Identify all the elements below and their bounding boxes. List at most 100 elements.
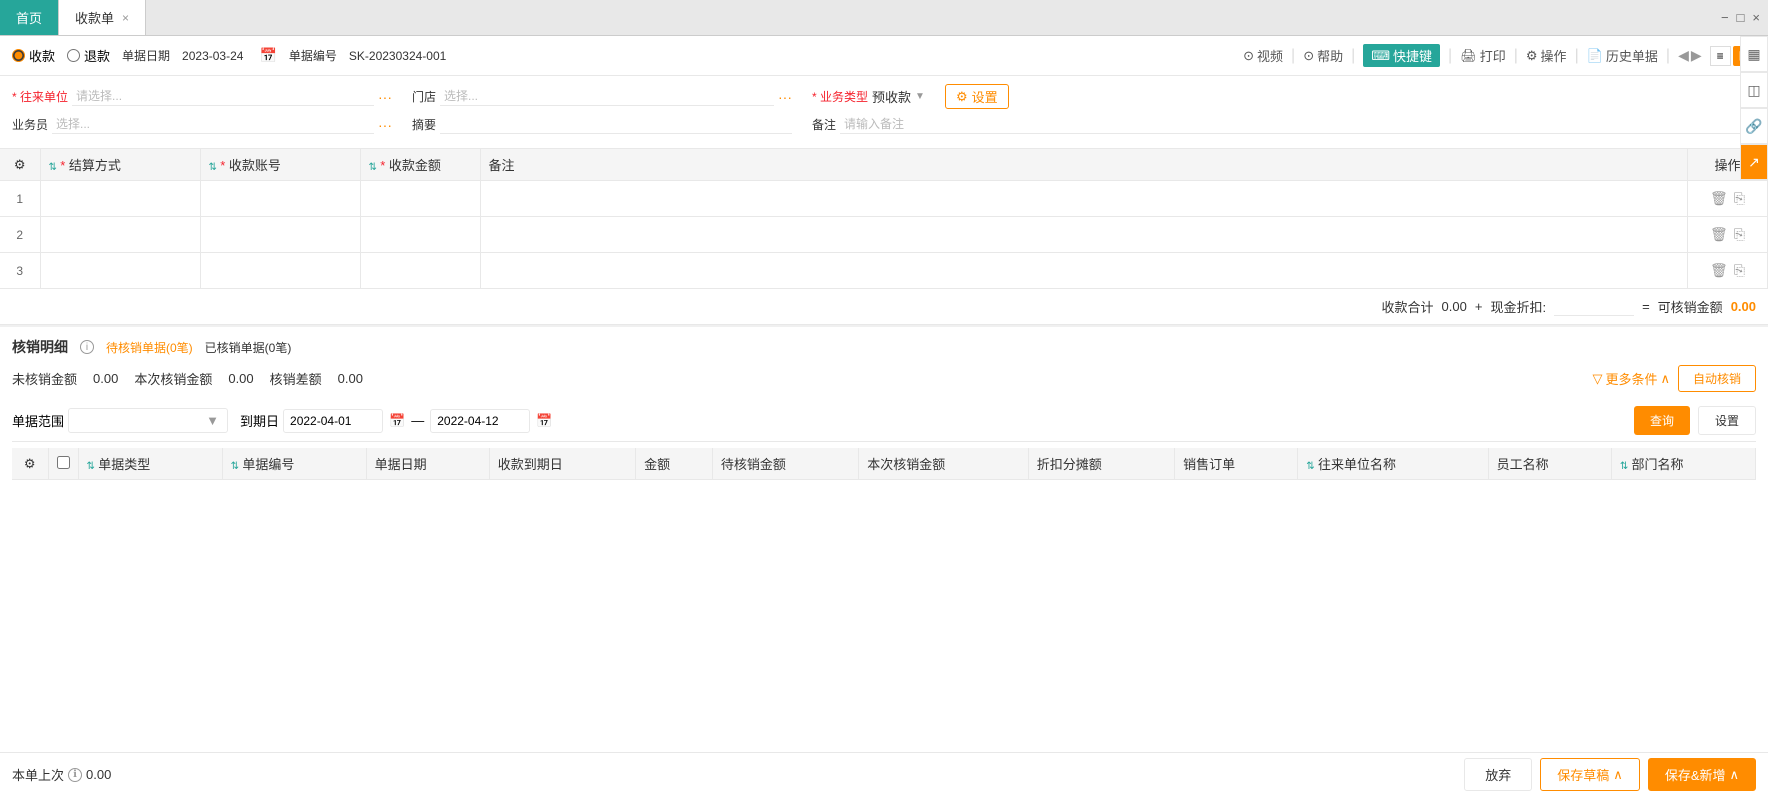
draft-label: 保存草稿 xyxy=(1557,765,1609,784)
sep5: | xyxy=(1575,47,1579,65)
current-verify-value: 0.00 xyxy=(228,371,253,386)
restore-btn[interactable]: □ xyxy=(1737,10,1745,25)
list-view-btn[interactable]: ≡ xyxy=(1710,46,1731,66)
date-from-input[interactable] xyxy=(283,409,383,433)
draft-btn[interactable]: 保存草稿 ∧ xyxy=(1540,758,1640,791)
settlement-cell-2[interactable] xyxy=(40,217,200,253)
delete-icon-2[interactable]: 🗑 xyxy=(1710,226,1728,243)
summary-input[interactable] xyxy=(440,115,792,134)
filter-icon: ▽ xyxy=(1592,371,1602,387)
abandon-btn[interactable]: 放弃 xyxy=(1464,758,1532,791)
staff-input[interactable] xyxy=(52,115,374,134)
copy-icon-3[interactable]: ⎘ xyxy=(1734,262,1745,279)
th-amount: 金额 xyxy=(636,448,713,480)
video-btn[interactable]: ⊙ 视频 xyxy=(1243,46,1283,65)
operation-btn[interactable]: ⚙ 操作 xyxy=(1526,46,1567,65)
query-btn[interactable]: 查询 xyxy=(1634,406,1690,435)
date-value: 2023-03-24 xyxy=(182,49,243,63)
amount-cell-3[interactable] xyxy=(360,253,480,289)
table-row: 2 🗑 ⎘ xyxy=(0,217,1768,253)
calendar-icon[interactable]: 📅 xyxy=(259,47,276,64)
account-sort-icon[interactable]: ⇅ xyxy=(209,162,217,173)
tab-current[interactable]: 收款单 × xyxy=(58,0,146,35)
note-cell-2[interactable] xyxy=(480,217,1688,253)
more-conditions-btn[interactable]: ▽ 更多条件 ∧ xyxy=(1592,369,1670,388)
discount-input[interactable] xyxy=(1554,297,1634,316)
account-cell-1[interactable] xyxy=(200,181,360,217)
settlement-cell-3[interactable] xyxy=(40,253,200,289)
unit-more-btn[interactable]: ··· xyxy=(378,89,392,105)
shortcut-btn[interactable]: ⌨ 快捷键 xyxy=(1363,44,1440,67)
done-tab[interactable]: 已核销单据(0笔) xyxy=(205,339,292,356)
sidebar-table-icon[interactable]: ▦ xyxy=(1740,36,1768,72)
close-btn[interactable]: × xyxy=(1752,10,1760,25)
sidebar-layout-icon[interactable]: ◫ xyxy=(1740,72,1768,108)
settlement-sort-icon[interactable]: ⇅ xyxy=(49,162,57,173)
dept-sort[interactable]: ⇅ xyxy=(1620,461,1628,472)
bottom-checkbox-th xyxy=(48,448,78,480)
action-cell-2: 🗑 ⎘ xyxy=(1688,217,1768,253)
calendar-to-icon[interactable]: 📅 xyxy=(536,413,552,429)
note-input[interactable] xyxy=(840,115,1756,134)
account-cell-2[interactable] xyxy=(200,217,360,253)
note-cell-1[interactable] xyxy=(480,181,1688,217)
amount-sort-icon[interactable]: ⇅ xyxy=(369,162,377,173)
date-range-dash: — xyxy=(411,413,424,428)
receipt-table: ⚙ ⇅ 结算方式 ⇅ 收款账号 ⇅ 收款金额 备注 xyxy=(0,149,1768,289)
current-verify-label: 本次核销金额 xyxy=(134,369,212,388)
settlement-cell-1[interactable] xyxy=(40,181,200,217)
delete-icon-1[interactable]: 🗑 xyxy=(1710,190,1728,207)
unit-input[interactable] xyxy=(72,87,374,106)
refund-radio-label[interactable]: 退款 xyxy=(67,46,110,65)
history-btn[interactable]: 📄 历史单据 xyxy=(1587,46,1658,65)
tab-home[interactable]: 首页 xyxy=(0,0,58,35)
sidebar-expand-icon[interactable]: ↗ xyxy=(1740,144,1768,180)
filter-settings-btn[interactable]: 设置 xyxy=(1698,406,1756,435)
auto-verify-btn[interactable]: 自动核销 xyxy=(1678,365,1756,392)
staff-more-btn[interactable]: ··· xyxy=(378,117,392,133)
summary-row: 收款合计 0.00 + 现金折扣: = 可核销金额 0.00 xyxy=(0,289,1768,325)
refund-radio[interactable] xyxy=(67,49,80,62)
receipt-label: 收款 xyxy=(29,46,55,65)
info-icon[interactable]: i xyxy=(80,340,94,354)
sidebar-link-icon[interactable]: 🔗 xyxy=(1740,108,1768,144)
note-cell-3[interactable] xyxy=(480,253,1688,289)
help-btn[interactable]: ⊙ 帮助 xyxy=(1303,46,1343,65)
pending-tab[interactable]: 待核销单据(0笔) xyxy=(106,339,193,356)
range-select[interactable]: ▼ xyxy=(68,408,228,433)
table-gear-th[interactable]: ⚙ xyxy=(0,149,40,181)
delete-icon-3[interactable]: 🗑 xyxy=(1710,262,1728,279)
print-btn[interactable]: 🖨 打印 xyxy=(1460,46,1506,65)
copy-icon-2[interactable]: ⎘ xyxy=(1734,226,1745,243)
equals-symbol: = xyxy=(1642,299,1650,314)
receipt-radio[interactable] xyxy=(12,49,25,62)
date-to-input[interactable] xyxy=(430,409,530,433)
minimize-btn[interactable]: − xyxy=(1721,10,1729,25)
bottom-gear-th[interactable]: ⚙ xyxy=(12,448,48,480)
help-icon: ⊙ xyxy=(1303,48,1314,64)
amount-cell-1[interactable] xyxy=(360,181,480,217)
prev-arrow[interactable]: ◀ xyxy=(1678,47,1689,64)
store-more-btn[interactable]: ··· xyxy=(778,89,792,105)
amount-cell-2[interactable] xyxy=(360,217,480,253)
receipt-radio-label[interactable]: 收款 xyxy=(12,46,55,65)
footer-actions: 放弃 保存草稿 ∧ 保存&新增 ∧ xyxy=(1464,758,1756,791)
doc-num-sort[interactable]: ⇅ xyxy=(231,461,239,472)
sep6: | xyxy=(1666,47,1670,65)
next-arrow[interactable]: ▶ xyxy=(1691,47,1702,64)
verification-section: 核销明细 i 待核销单据(0笔) 已核销单据(0笔) 未核销金额 0.00 本次… xyxy=(0,325,1768,480)
account-cell-3[interactable] xyxy=(200,253,360,289)
unit-name-sort[interactable]: ⇅ xyxy=(1306,461,1314,472)
footer-info-icon[interactable]: ℹ xyxy=(68,768,82,782)
calendar-from-icon[interactable]: 📅 xyxy=(389,413,405,429)
select-all-checkbox[interactable] xyxy=(57,456,70,469)
store-label: 门店 xyxy=(412,88,436,105)
save-new-btn[interactable]: 保存&新增 ∧ xyxy=(1648,758,1756,791)
business-type-select[interactable]: 预收款 ▼ xyxy=(872,87,925,106)
unit-label: 往来单位 xyxy=(12,88,68,105)
copy-icon-1[interactable]: ⎘ xyxy=(1734,190,1745,207)
settings-button[interactable]: ⚙ 设置 xyxy=(945,84,1009,109)
tab-close-icon[interactable]: × xyxy=(122,11,129,25)
store-input[interactable] xyxy=(440,87,774,106)
doc-type-sort[interactable]: ⇅ xyxy=(87,461,95,472)
